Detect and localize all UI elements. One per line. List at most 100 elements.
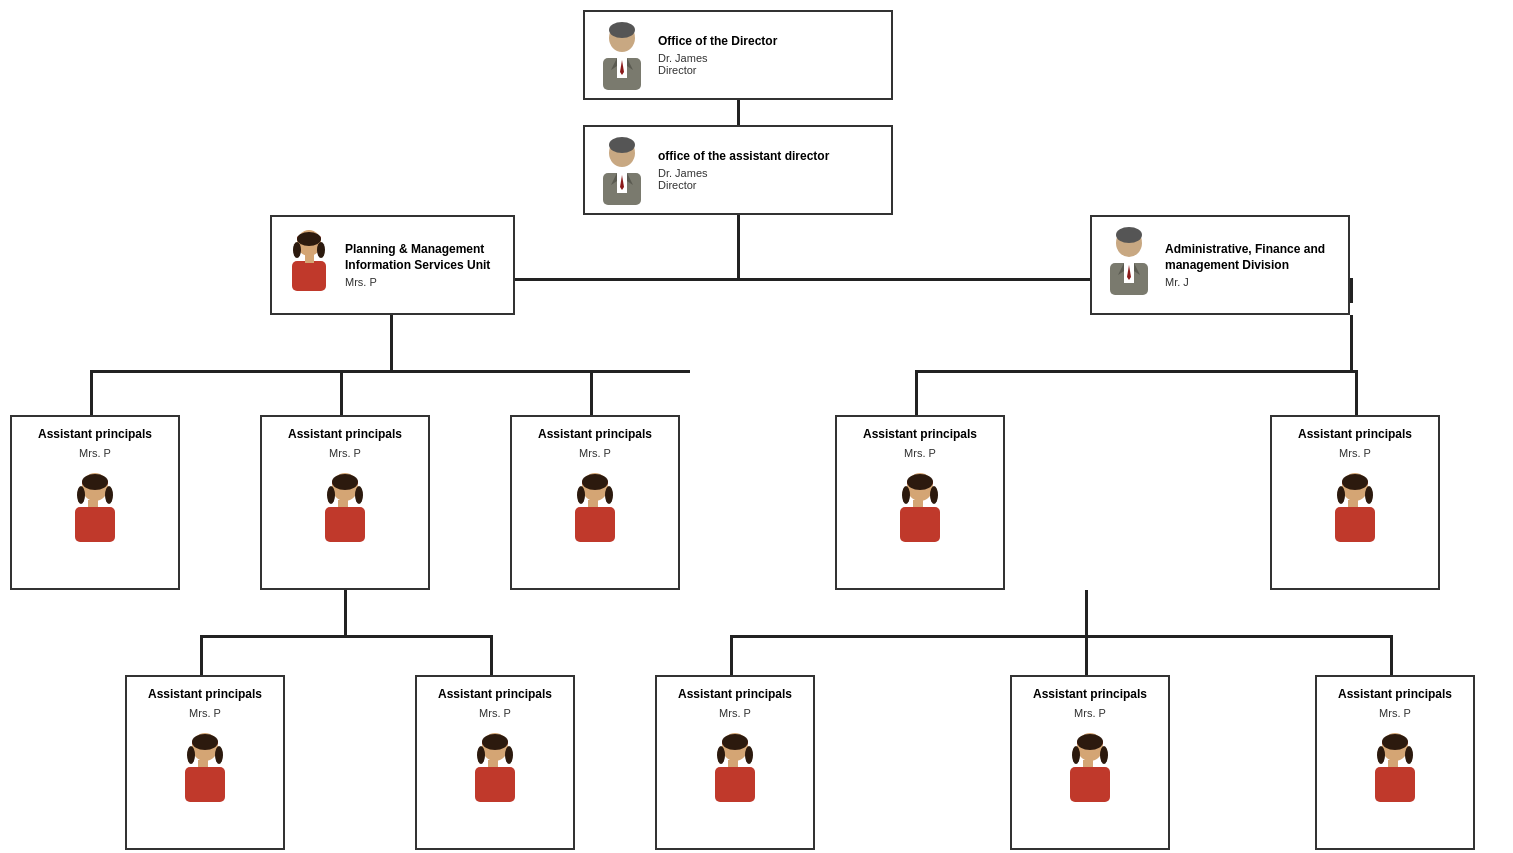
- svg-rect-40: [338, 500, 348, 508]
- svg-rect-20: [305, 255, 314, 263]
- row2-3-title: Assistant principals: [1033, 687, 1147, 703]
- conn-row2-3: [1085, 635, 1088, 675]
- svg-rect-96: [1388, 760, 1398, 768]
- row1-4-title: Assistant principals: [1298, 427, 1412, 443]
- row2-1-title: Assistant principals: [438, 687, 552, 703]
- svg-point-30: [82, 474, 108, 490]
- row2-node-0: Assistant principals Mrs. P: [125, 675, 285, 850]
- svg-rect-97: [1375, 767, 1415, 802]
- asst-director-name: Dr. James: [658, 167, 829, 179]
- svg-rect-34: [75, 507, 115, 542]
- row1-node-2: Assistant principals Mrs. P: [510, 415, 680, 590]
- svg-rect-69: [185, 767, 225, 802]
- asst-director-role: Director: [658, 179, 829, 191]
- asst-director-title: office of the assistant director: [658, 149, 829, 165]
- svg-rect-68: [198, 760, 208, 768]
- director-avatar: [595, 20, 650, 90]
- row1-node-0: Assistant principals Mrs. P: [10, 415, 180, 590]
- planning-title: Planning & Management Information Servic…: [345, 242, 503, 273]
- svg-point-59: [1337, 486, 1345, 504]
- svg-point-16: [297, 232, 321, 246]
- svg-rect-48: [575, 507, 615, 542]
- svg-point-18: [317, 242, 325, 258]
- svg-point-95: [1405, 746, 1413, 764]
- svg-point-66: [187, 746, 195, 764]
- svg-rect-47: [588, 500, 598, 508]
- row1-node-3: Assistant principals Mrs. P: [835, 415, 1005, 590]
- conn-row1-1: [340, 370, 343, 415]
- conn-row1-2: [590, 370, 593, 415]
- row2-1-name: Mrs. P: [479, 707, 511, 719]
- row2-2-name: Mrs. P: [719, 707, 751, 719]
- svg-point-79: [722, 734, 748, 750]
- director-node: Office of the Director Dr. James Directo…: [583, 10, 893, 100]
- row1-3-title: Assistant principals: [863, 427, 977, 443]
- row1-node-1: Assistant principals Mrs. P: [260, 415, 430, 590]
- admin-finance-name: Mr. J: [1165, 276, 1338, 288]
- svg-point-46: [605, 486, 613, 504]
- svg-point-38: [327, 486, 335, 504]
- row2-3-name: Mrs. P: [1074, 707, 1106, 719]
- row2-2-title: Assistant principals: [678, 687, 792, 703]
- svg-point-1: [609, 22, 635, 38]
- conn-dir-asst: [737, 100, 740, 125]
- svg-rect-82: [728, 760, 738, 768]
- admin-finance-text: Administrative, Finance and management D…: [1165, 242, 1338, 287]
- svg-point-44: [582, 474, 608, 490]
- conn-row1-4: [1355, 370, 1358, 415]
- conn-row2-4: [1390, 635, 1393, 675]
- svg-point-22: [1116, 227, 1142, 243]
- conn-row1-3: [915, 370, 918, 415]
- svg-point-86: [1077, 734, 1103, 750]
- director-text: Office of the Director Dr. James Directo…: [658, 34, 777, 76]
- svg-point-73: [477, 746, 485, 764]
- svg-point-60: [1365, 486, 1373, 504]
- planning-name: Mrs. P: [345, 276, 503, 288]
- svg-rect-62: [1335, 507, 1375, 542]
- svg-rect-90: [1070, 767, 1110, 802]
- row1-3-name: Mrs. P: [904, 447, 936, 459]
- svg-rect-19: [292, 261, 326, 291]
- row1-node-4: Assistant principals Mrs. P: [1270, 415, 1440, 590]
- row2-4-name: Mrs. P: [1379, 707, 1411, 719]
- svg-point-17: [293, 242, 301, 258]
- row1-2-name: Mrs. P: [579, 447, 611, 459]
- planning-avatar: [282, 225, 337, 305]
- director-title: Office of the Director: [658, 34, 777, 50]
- svg-rect-54: [913, 500, 923, 508]
- conn-admin-up: [1350, 278, 1353, 303]
- conn-row1-0: [90, 370, 93, 415]
- svg-point-58: [1342, 474, 1368, 490]
- conn-row2-right: [730, 635, 1390, 638]
- svg-rect-55: [900, 507, 940, 542]
- svg-point-67: [215, 746, 223, 764]
- svg-rect-83: [715, 767, 755, 802]
- row1-1-name: Mrs. P: [329, 447, 361, 459]
- conn-planning-down: [390, 315, 393, 370]
- row1-0-title: Assistant principals: [38, 427, 152, 443]
- conn-row2-0: [200, 635, 203, 675]
- svg-point-72: [482, 734, 508, 750]
- row2-node-4: Assistant principals Mrs. P: [1315, 675, 1475, 850]
- svg-point-80: [717, 746, 725, 764]
- row2-node-2: Assistant principals Mrs. P: [655, 675, 815, 850]
- svg-point-31: [77, 486, 85, 504]
- svg-rect-89: [1083, 760, 1093, 768]
- svg-point-51: [907, 474, 933, 490]
- svg-point-32: [105, 486, 113, 504]
- svg-rect-75: [488, 760, 498, 768]
- row1-1-title: Assistant principals: [288, 427, 402, 443]
- row2-0-title: Assistant principals: [148, 687, 262, 703]
- svg-point-52: [902, 486, 910, 504]
- assistant-director-node: office of the assistant director Dr. Jam…: [583, 125, 893, 215]
- director-role: Director: [658, 64, 777, 76]
- svg-point-37: [332, 474, 358, 490]
- planning-text: Planning & Management Information Servic…: [345, 242, 503, 287]
- conn-row2-1: [490, 635, 493, 675]
- conn-r1n1-down: [344, 590, 347, 635]
- conn-r1n3-down: [1085, 590, 1088, 635]
- svg-rect-61: [1348, 500, 1358, 508]
- svg-point-39: [355, 486, 363, 504]
- conn-row2-left: [200, 635, 490, 638]
- svg-point-45: [577, 486, 585, 504]
